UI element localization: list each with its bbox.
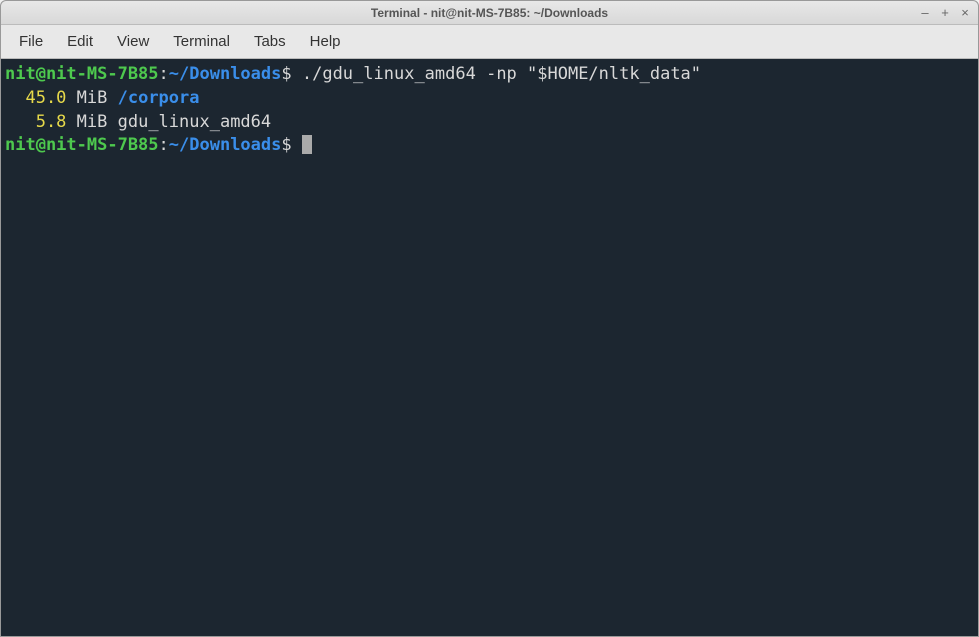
prompt-dollar: $ bbox=[281, 135, 301, 155]
maximize-button[interactable]: + bbox=[936, 3, 954, 21]
menu-edit[interactable]: Edit bbox=[57, 29, 103, 54]
close-button[interactable]: × bbox=[956, 3, 974, 21]
prompt-line-1: nit@nit-MS-7B85:~/Downloads$ ./gdu_linux… bbox=[5, 63, 974, 87]
prompt-line-2: nit@nit-MS-7B85:~/Downloads$ bbox=[5, 134, 974, 158]
command-text: ./gdu_linux_amd64 -np "$HOME/nltk_data" bbox=[302, 64, 701, 84]
dir-name: /corpora bbox=[118, 88, 200, 108]
titlebar[interactable]: Terminal - nit@nit-MS-7B85: ~/Downloads … bbox=[1, 1, 978, 25]
terminal-content[interactable]: nit@nit-MS-7B85:~/Downloads$ ./gdu_linux… bbox=[1, 59, 978, 636]
menu-view[interactable]: View bbox=[107, 29, 159, 54]
size-unit: MiB bbox=[66, 88, 117, 108]
prompt-userhost: nit@nit-MS-7B85 bbox=[5, 135, 159, 155]
prompt-userhost: nit@nit-MS-7B85 bbox=[5, 64, 159, 84]
menu-file[interactable]: File bbox=[9, 29, 53, 54]
output-row: 45.0 MiB /corpora bbox=[5, 87, 974, 111]
prompt-colon: : bbox=[159, 64, 169, 84]
terminal-window: Terminal - nit@nit-MS-7B85: ~/Downloads … bbox=[0, 0, 979, 637]
prompt-path: ~/Downloads bbox=[169, 64, 282, 84]
size-value: 45.0 bbox=[5, 88, 66, 108]
menu-terminal[interactable]: Terminal bbox=[163, 29, 240, 54]
size-unit: MiB bbox=[66, 112, 117, 132]
menu-tabs[interactable]: Tabs bbox=[244, 29, 296, 54]
output-row: 5.8 MiB gdu_linux_amd64 bbox=[5, 111, 974, 135]
file-name: gdu_linux_amd64 bbox=[118, 112, 272, 132]
prompt-colon: : bbox=[159, 135, 169, 155]
window-title: Terminal - nit@nit-MS-7B85: ~/Downloads bbox=[371, 6, 608, 20]
prompt-path: ~/Downloads bbox=[169, 135, 282, 155]
cursor-icon bbox=[302, 135, 312, 154]
menu-help[interactable]: Help bbox=[300, 29, 351, 54]
minimize-button[interactable]: – bbox=[916, 3, 934, 21]
prompt-dollar: $ bbox=[281, 64, 301, 84]
window-controls: – + × bbox=[916, 3, 974, 21]
size-value: 5.8 bbox=[5, 112, 66, 132]
menubar: File Edit View Terminal Tabs Help bbox=[1, 25, 978, 59]
